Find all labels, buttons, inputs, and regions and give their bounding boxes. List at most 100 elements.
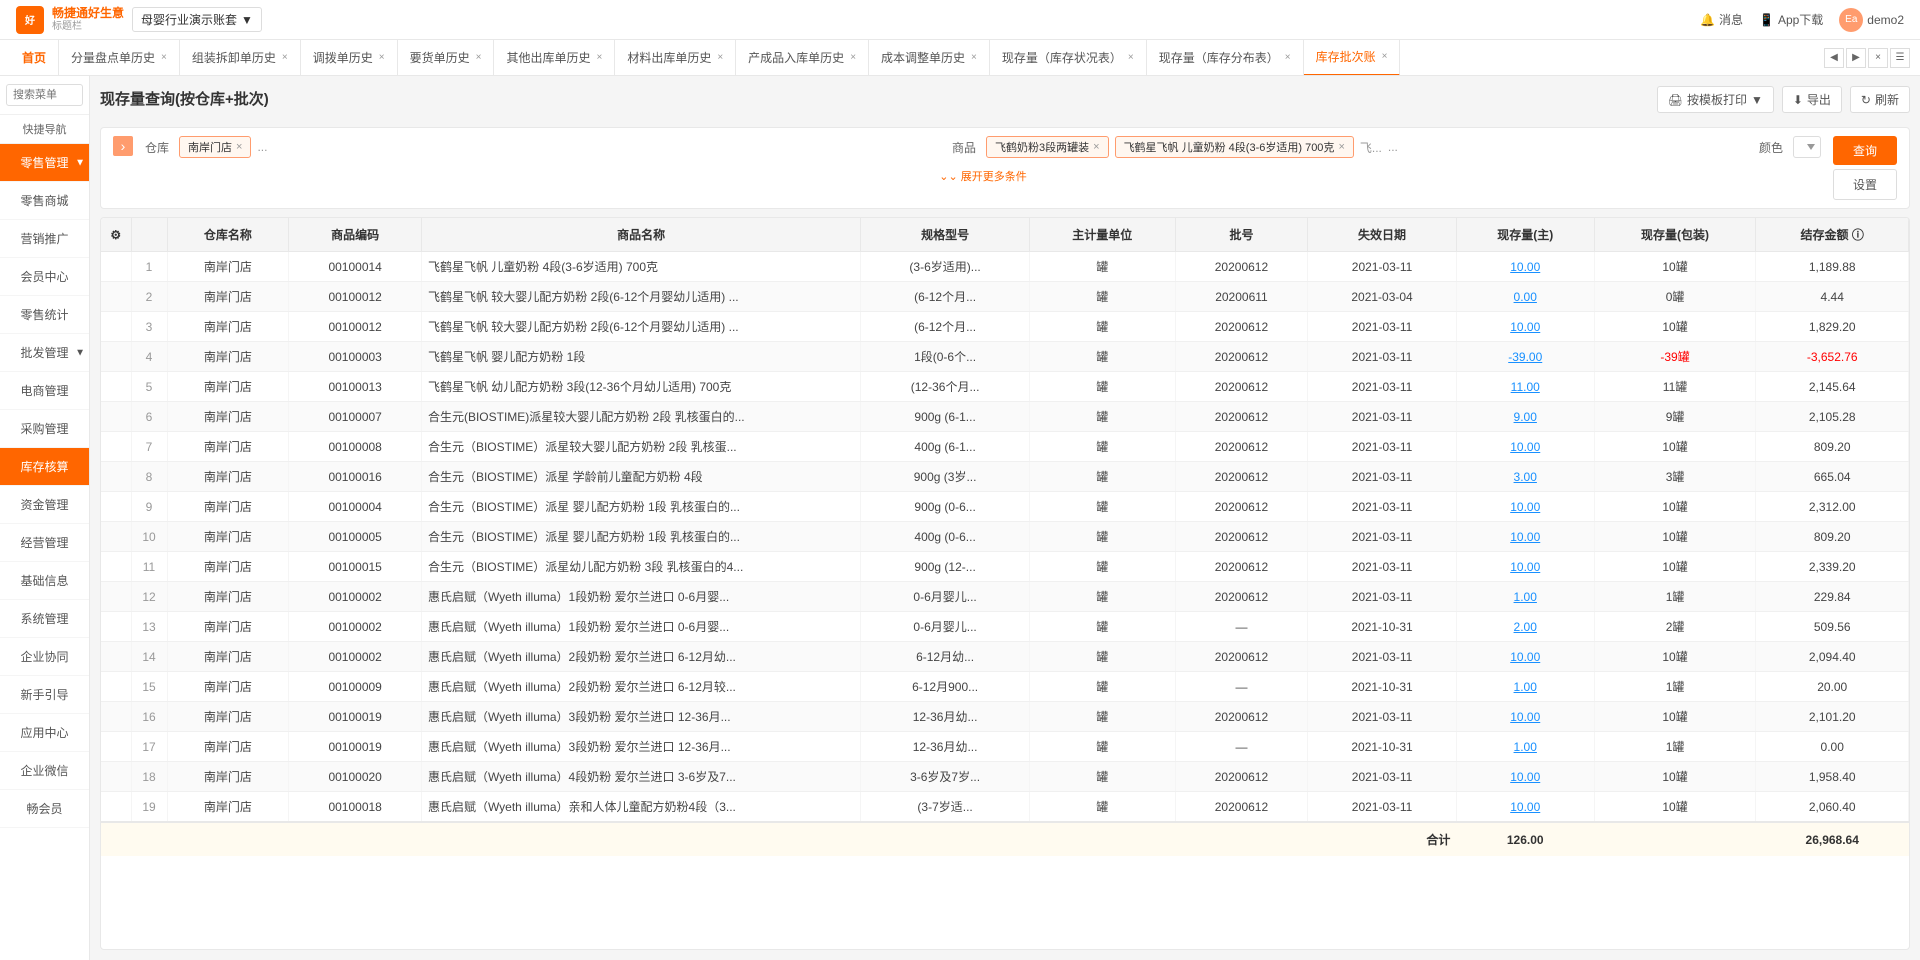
table-row: 10 南岸门店 00100005 合生元（BIOSTIME）派星 婴儿配方奶粉 … xyxy=(101,522,1909,552)
tab-cost-adjust[interactable]: 成本调整单历史 × xyxy=(869,40,990,76)
td-stock-main[interactable]: 1.00 xyxy=(1456,672,1594,702)
td-stock-main[interactable]: -39.00 xyxy=(1456,342,1594,372)
tab-close-icon[interactable]: × xyxy=(1285,52,1291,63)
table-row: 15 南岸门店 00100009 惠氏启赋（Wyeth illuma）2段奶粉 … xyxy=(101,672,1909,702)
search-input[interactable] xyxy=(6,84,83,106)
td-stock-main[interactable]: 10.00 xyxy=(1456,252,1594,282)
td-stock-main[interactable]: 10.00 xyxy=(1456,702,1594,732)
sidebar-item-system[interactable]: 系统管理 xyxy=(0,600,89,638)
sidebar-item-finance[interactable]: 资金管理 xyxy=(0,486,89,524)
tab-split-stocktake[interactable]: 分量盘点单历史 × xyxy=(59,40,180,76)
user-profile[interactable]: Ea demo2 xyxy=(1839,8,1904,32)
td-stock-main[interactable]: 10.00 xyxy=(1456,312,1594,342)
filter-row: 仓库 南岸门店 × ... 商品 飞鹤奶粉3段两罐装 xyxy=(145,136,1821,158)
app-download-btn[interactable]: 📱 App下载 xyxy=(1759,11,1823,28)
td-stock-main[interactable]: 10.00 xyxy=(1456,762,1594,792)
product-ellipsis[interactable]: 飞... xyxy=(1360,139,1382,156)
td-stock-main[interactable]: 9.00 xyxy=(1456,402,1594,432)
td-stock-main[interactable]: 1.00 xyxy=(1456,582,1594,612)
tab-close-icon[interactable]: × xyxy=(1128,52,1134,63)
expand-conditions-btn[interactable]: ⌄⌄ 展开更多条件 xyxy=(145,164,1821,188)
sidebar-item-wholesale-mgmt[interactable]: 批发管理 ▼ xyxy=(0,334,89,372)
tab-disassemble[interactable]: 组装拆卸单历史 × xyxy=(180,40,301,76)
tab-batch-voucher[interactable]: 库存批次账 × xyxy=(1304,40,1401,76)
tab-stock-status[interactable]: 现存量（库存状况表） × xyxy=(990,40,1147,76)
sidebar-item-app-center[interactable]: 应用中心 xyxy=(0,714,89,752)
sidebar-item-ecommerce[interactable]: 电商管理 xyxy=(0,372,89,410)
td-stock-main[interactable]: 1.00 xyxy=(1456,732,1594,762)
sidebar-item-retail-stats[interactable]: 零售统计 xyxy=(0,296,89,334)
sidebar-quick-nav[interactable]: 快捷导航 xyxy=(0,115,89,144)
nav-arrow-right[interactable]: ▶ xyxy=(1846,48,1866,68)
td-closing-amount: -3,652.76 xyxy=(1756,342,1909,372)
product-more-ellipsis[interactable]: ... xyxy=(1388,140,1398,154)
sidebar-item-retail-management[interactable]: 零售管理 ▼ xyxy=(0,144,89,182)
settings-icon[interactable]: ⚙ xyxy=(110,228,121,242)
tab-stock-dist[interactable]: 现存量（库存分布表） × xyxy=(1147,40,1304,76)
tab-blending[interactable]: 调拨单历史 × xyxy=(301,40,398,76)
sidebar-item-member-center[interactable]: 会员中心 xyxy=(0,258,89,296)
tab-close-icon[interactable]: × xyxy=(1382,51,1388,62)
query-btn[interactable]: 查询 xyxy=(1833,136,1897,165)
warehouse-ellipsis[interactable]: ... xyxy=(257,140,267,154)
settings-btn[interactable]: 设置 xyxy=(1833,169,1897,200)
nav-arrow-left[interactable]: ◀ xyxy=(1824,48,1844,68)
tab-requisition[interactable]: 要货单历史 × xyxy=(398,40,495,76)
account-selector[interactable]: 母婴行业演示账套 ▼ xyxy=(132,7,262,32)
sidebar-item-member-card[interactable]: 畅会员 xyxy=(0,790,89,828)
export-btn[interactable]: ⬇ 导出 xyxy=(1782,86,1842,113)
tab-material-outbound[interactable]: 材料出库单历史 × xyxy=(615,40,736,76)
td-warehouse: 南岸门店 xyxy=(167,432,289,462)
tab-other-outbound[interactable]: 其他出库单历史 × xyxy=(494,40,615,76)
tab-close-icon[interactable]: × xyxy=(971,52,977,63)
tab-blending-label: 调拨单历史 xyxy=(313,49,373,66)
td-stock-main[interactable]: 10.00 xyxy=(1456,432,1594,462)
tab-close-icon[interactable]: × xyxy=(379,52,385,63)
sidebar-item-new-guide[interactable]: 新手引导 xyxy=(0,676,89,714)
tab-close-icon[interactable]: × xyxy=(476,52,482,63)
sidebar-item-retail-mall[interactable]: 零售商城 xyxy=(0,182,89,220)
sidebar-item-enterprise[interactable]: 企业协同 xyxy=(0,638,89,676)
td-stock-main[interactable]: 11.00 xyxy=(1456,372,1594,402)
color-dropdown[interactable] xyxy=(1793,136,1821,158)
nav-close-all[interactable]: × xyxy=(1868,48,1888,68)
filter-expand-btn[interactable]: › xyxy=(113,136,133,156)
td-batch: 20200612 xyxy=(1175,312,1308,342)
sidebar-item-operations[interactable]: 经营管理 xyxy=(0,524,89,562)
sidebar-item-enterprise-wechat[interactable]: 企业微信 xyxy=(0,752,89,790)
nav-menu[interactable]: ☰ xyxy=(1890,48,1910,68)
refresh-btn[interactable]: ↻ 刷新 xyxy=(1850,86,1910,113)
td-stock-main[interactable]: 0.00 xyxy=(1456,282,1594,312)
messages-btn[interactable]: 🔔 消息 xyxy=(1700,11,1743,28)
tab-close-icon[interactable]: × xyxy=(161,52,167,63)
tab-close-icon[interactable]: × xyxy=(282,52,288,63)
td-closing-amount: 2,094.40 xyxy=(1756,642,1909,672)
th-warehouse: 仓库名称 xyxy=(167,218,289,252)
warehouse-tag-close[interactable]: × xyxy=(236,141,242,153)
td-stock-main[interactable]: 3.00 xyxy=(1456,462,1594,492)
product-tag-1: 飞鹤奶粉3段两罐装 × xyxy=(986,136,1109,158)
warehouse-tag: 南岸门店 × xyxy=(179,136,251,158)
product-tag-2-close[interactable]: × xyxy=(1338,141,1344,153)
td-stock-main[interactable]: 10.00 xyxy=(1456,522,1594,552)
sidebar-item-inventory-check[interactable]: 库存核算 xyxy=(0,448,89,486)
tab-close-icon[interactable]: × xyxy=(850,52,856,63)
sidebar-item-purchase[interactable]: 采购管理 xyxy=(0,410,89,448)
tab-home[interactable]: 首页 xyxy=(10,40,59,76)
tab-close-icon[interactable]: × xyxy=(717,52,723,63)
td-stock-main[interactable]: 2.00 xyxy=(1456,612,1594,642)
td-stock-main[interactable]: 10.00 xyxy=(1456,642,1594,672)
sidebar-item-basic-info[interactable]: 基础信息 xyxy=(0,562,89,600)
td-stock-main[interactable]: 10.00 xyxy=(1456,792,1594,823)
print-btn[interactable]: 🖨 按模板打印 ▼ xyxy=(1657,86,1774,113)
td-stock-main[interactable]: 10.00 xyxy=(1456,492,1594,522)
sidebar-item-marketing[interactable]: 营销推广 xyxy=(0,220,89,258)
tab-finished-inbound-label: 产成品入库单历史 xyxy=(748,49,844,66)
th-closing-amount: 结存金额 ⓘ xyxy=(1756,218,1909,252)
tab-close-icon[interactable]: × xyxy=(596,52,602,63)
tab-finished-inbound[interactable]: 产成品入库单历史 × xyxy=(736,40,869,76)
th-settings[interactable]: ⚙ xyxy=(101,218,131,252)
td-closing-amount: 4.44 xyxy=(1756,282,1909,312)
td-stock-main[interactable]: 10.00 xyxy=(1456,552,1594,582)
product-tag-1-close[interactable]: × xyxy=(1093,141,1099,153)
